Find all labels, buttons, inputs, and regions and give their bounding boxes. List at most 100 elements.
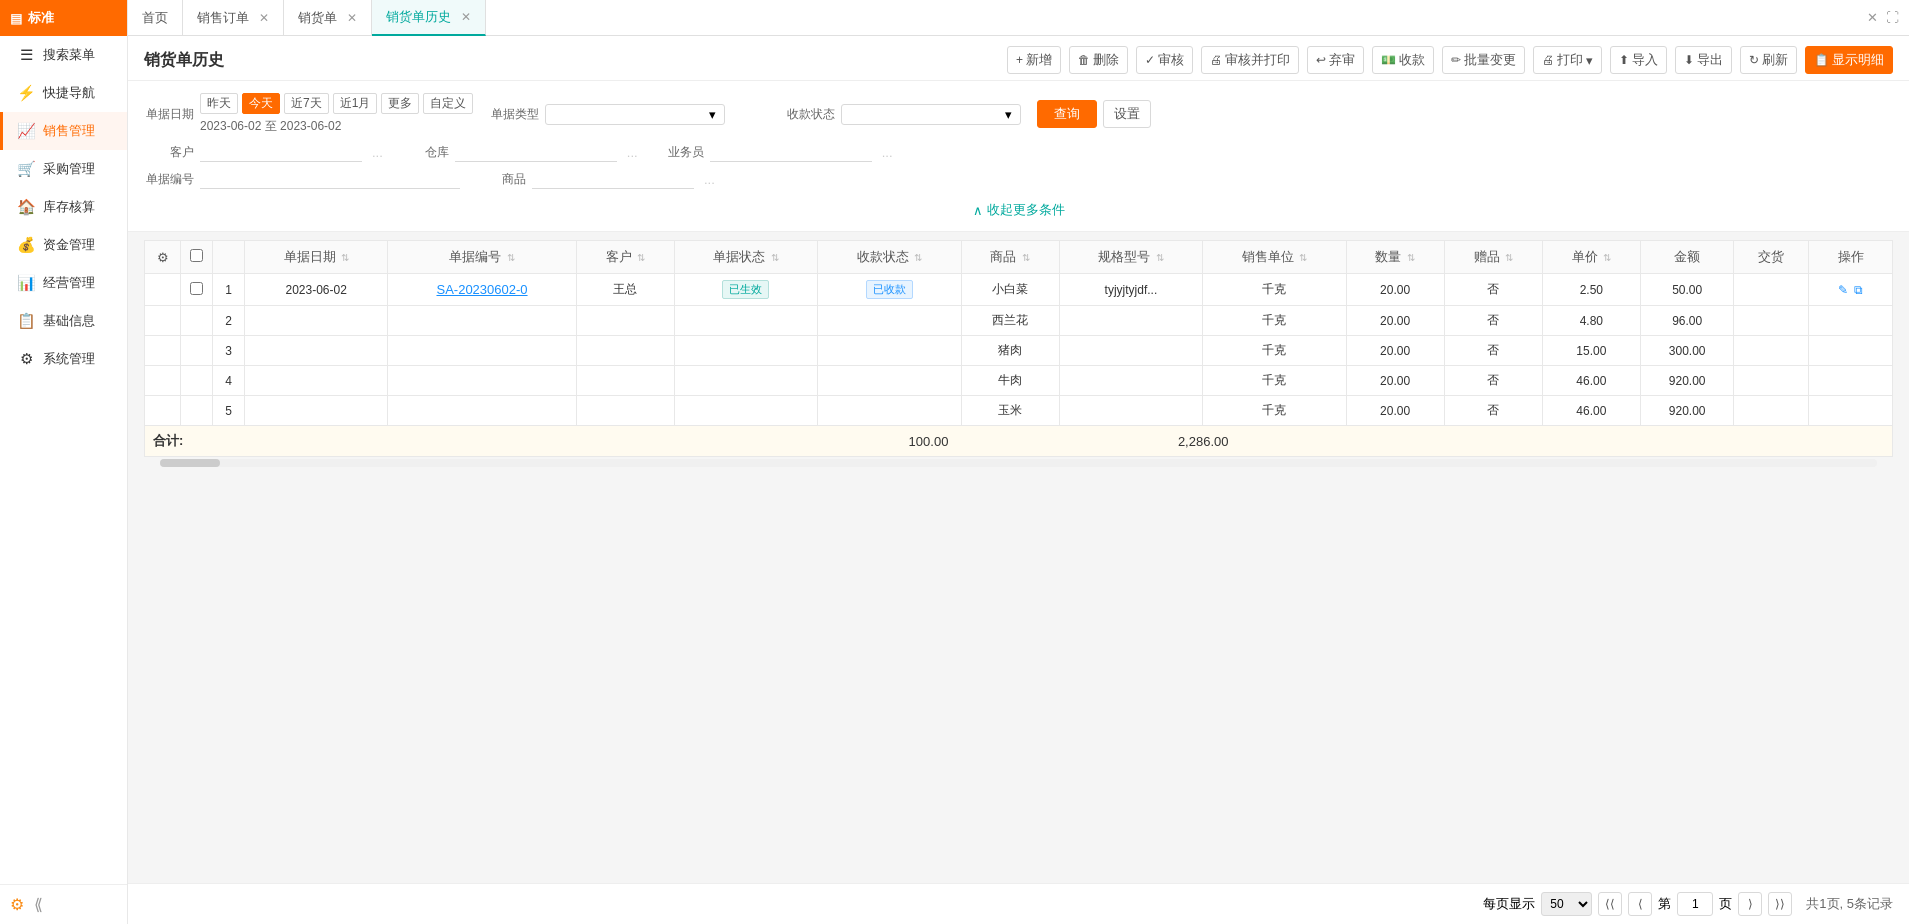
sidebar-item-sales-mgmt[interactable]: 📈 销售管理 [0,112,127,150]
last-page-button[interactable]: ⟩⟩ [1768,892,1792,916]
filter-warehouse-input[interactable] [455,143,617,162]
tab-sales-history[interactable]: 销货单历史 ✕ [372,0,486,36]
sidebar-item-search-menu[interactable]: ☰ 搜索菜单 [0,36,127,74]
col-trade: 交货 [1734,241,1809,274]
topbar-expand-icon[interactable]: ⛶ [1886,10,1899,25]
per-page-select[interactable]: 50 100 [1541,892,1592,916]
col-collect-status[interactable]: 收款状态 ⇅ [818,241,961,274]
prev-page-button[interactable]: ⟨ [1628,892,1652,916]
row-action-copy-button[interactable]: ⧉ [1854,283,1863,297]
row-checkbox-cell[interactable] [181,396,213,426]
sort-goods-icon: ⇅ [1022,252,1030,263]
sidebar-item-finance[interactable]: 💰 资金管理 [0,226,127,264]
audit-button[interactable]: ✓ 审核 [1136,46,1193,74]
select-all-checkbox[interactable] [190,249,203,262]
col-checkbox[interactable] [181,241,213,274]
filter-warehouse-dots[interactable]: ... [627,145,638,160]
filter-staff-input[interactable] [710,143,872,162]
topbar-close-icon[interactable]: ✕ [1867,10,1878,25]
row-doc-no-link[interactable]: SA-20230602-0 [436,282,527,297]
filter-customer-input[interactable] [200,143,362,162]
sidebar-item-quick-nav[interactable]: ⚡ 快捷导航 [0,74,127,112]
date-btn-7days[interactable]: 近7天 [284,93,329,114]
filter-collapse-button[interactable]: ∧ 收起更多条件 [144,197,1893,223]
filter-customer-dots[interactable]: ... [372,145,383,160]
tab-home[interactable]: 首页 [128,0,183,36]
row-checkbox-cell[interactable] [181,336,213,366]
col-settings[interactable]: ⚙ [145,241,181,274]
inventory-icon: 🏠 [17,198,35,216]
col-doc-status[interactable]: 单据状态 ⇅ [674,241,817,274]
tab-sales-order-close[interactable]: ✕ [259,11,269,25]
sidebar-item-basic-info[interactable]: 📋 基础信息 [0,302,127,340]
row-action-edit-button[interactable]: ✎ [1838,283,1848,297]
delete-button[interactable]: 🗑 删除 [1069,46,1128,74]
add-button[interactable]: + 新增 [1007,46,1061,74]
sidebar-gear-icon[interactable]: ⚙ [10,895,24,914]
sort-gift-icon: ⇅ [1505,252,1513,263]
col-customer[interactable]: 客户 ⇅ [576,241,674,274]
row-checkbox[interactable] [190,282,203,295]
operations-icon: 📊 [17,274,35,292]
col-qty[interactable]: 数量 ⇅ [1346,241,1444,274]
col-doc-date[interactable]: 单据日期 ⇅ [245,241,388,274]
row-price-cell: 4.80 [1542,306,1640,336]
batch-change-button[interactable]: ✏ 批量变更 [1442,46,1525,74]
sidebar-item-sys-mgmt[interactable]: ⚙ 系统管理 [0,340,127,378]
col-gift[interactable]: 赠品 ⇅ [1444,241,1542,274]
query-button[interactable]: 查询 [1037,100,1097,128]
per-page-label: 每页显示 [1483,895,1535,913]
col-unit[interactable]: 销售单位 ⇅ [1203,241,1346,274]
filter-collect-status-select[interactable]: ▾ [841,104,1021,125]
tab-sales-order[interactable]: 销售订单 ✕ [183,0,284,36]
page-number-input[interactable] [1677,892,1713,916]
date-btn-1month[interactable]: 近1月 [333,93,378,114]
import-button[interactable]: ⬆ 导入 [1610,46,1667,74]
col-doc-no[interactable]: 单据编号 ⇅ [388,241,576,274]
row-doc-no-cell: SA-20230602-0 [388,274,576,306]
date-btn-today[interactable]: 今天 [242,93,280,114]
settings-icon[interactable]: ⚙ [157,250,169,265]
tab-sales-goods-close[interactable]: ✕ [347,11,357,25]
row-checkbox-cell[interactable] [181,366,213,396]
row-collect-status-cell: 已收款 [818,274,961,306]
col-price[interactable]: 单价 ⇅ [1542,241,1640,274]
horizontal-scrollbar-track[interactable] [160,459,1877,467]
sort-doc-status-icon: ⇅ [771,252,779,263]
row-action-cell [1809,306,1893,336]
refresh-button[interactable]: ↻ 刷新 [1740,46,1797,74]
discard-button[interactable]: ↩ 弃审 [1307,46,1364,74]
sidebar-item-inventory[interactable]: 🏠 库存核算 [0,188,127,226]
tab-sales-history-close[interactable]: ✕ [461,10,471,24]
row-checkbox-cell[interactable] [181,274,213,306]
filter-goods-input[interactable] [532,170,694,189]
filter-docno-input[interactable] [200,170,460,189]
export-button[interactable]: ⬇ 导出 [1675,46,1732,74]
sidebar-collapse-icon[interactable]: ⟪ [34,895,43,914]
col-spec[interactable]: 规格型号 ⇅ [1059,241,1202,274]
row-customer-cell: 王总 [576,274,674,306]
sidebar-item-purchase-mgmt[interactable]: 🛒 采购管理 [0,150,127,188]
date-btn-yesterday[interactable]: 昨天 [200,93,238,114]
sidebar-item-operations[interactable]: 📊 经营管理 [0,264,127,302]
filter-settings-button[interactable]: 设置 [1103,100,1151,128]
filter-goods-dots[interactable]: ... [704,172,715,187]
audit-print-button[interactable]: 🖨 审核并打印 [1201,46,1299,74]
horizontal-scrollbar-thumb[interactable] [160,459,220,467]
col-goods[interactable]: 商品 ⇅ [961,241,1059,274]
discard-label: 弃审 [1329,51,1355,69]
row-spec-cell [1059,366,1202,396]
filter-row-1: 单据日期 昨天 今天 近7天 近1月 更多 自定义 2023-06-02 至 2… [144,93,1893,135]
show-detail-button[interactable]: 📋 显示明细 [1805,46,1893,74]
date-btn-more[interactable]: 更多 [381,93,419,114]
tab-sales-goods[interactable]: 销货单 ✕ [284,0,372,36]
first-page-button[interactable]: ⟨⟨ [1598,892,1622,916]
print-button[interactable]: 🖨 打印 ▾ [1533,46,1602,74]
next-page-button[interactable]: ⟩ [1738,892,1762,916]
collect-button[interactable]: 💵 收款 [1372,46,1434,74]
row-checkbox-cell[interactable] [181,306,213,336]
footer-label: 合计: [153,432,233,450]
filter-doc-type-select[interactable]: ▾ [545,104,725,125]
filter-staff-dots[interactable]: ... [882,145,893,160]
date-btn-custom[interactable]: 自定义 [423,93,473,114]
